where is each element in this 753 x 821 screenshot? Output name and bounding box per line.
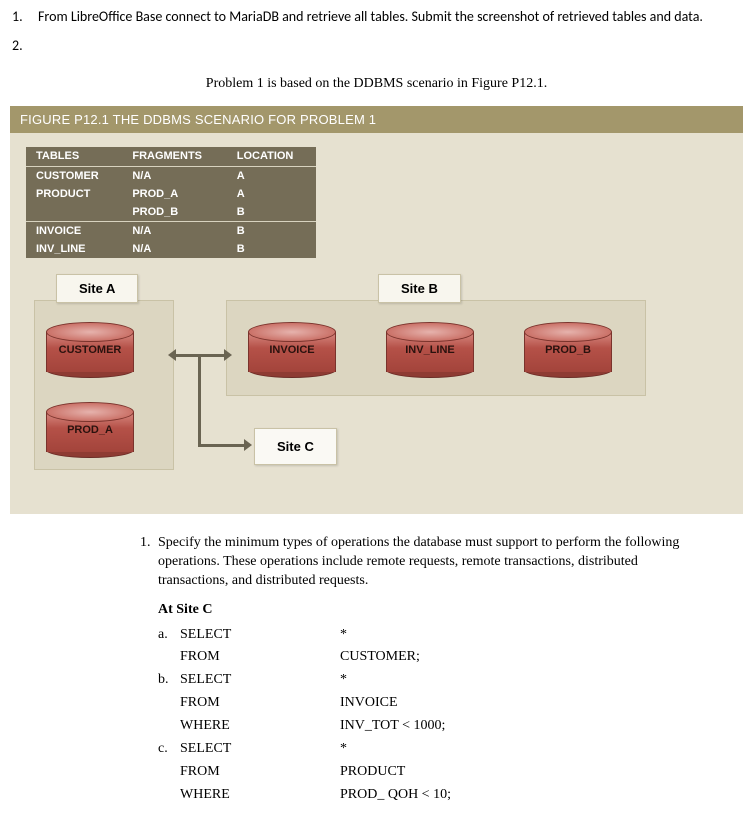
arrow-right-icon (244, 439, 252, 451)
table-row: PRODUCT PROD_A A (26, 185, 316, 203)
list-item: WHERE PROD_ QOH < 10; (158, 782, 693, 805)
prod-b-cylinder-icon: PROD_B (524, 322, 612, 378)
list-item: WHERE INV_TOT < 1000; (158, 713, 693, 736)
site-c-box: Site C (254, 428, 337, 465)
ddbms-diagram: Site A Site B CUSTOMER PROD_A INVOICE IN… (26, 272, 727, 492)
connector-line (198, 444, 246, 447)
list-item: FROM CUSTOMER; (158, 644, 693, 667)
list-item: a. SELECT * (158, 622, 693, 645)
customer-label: CUSTOMER (46, 344, 134, 356)
inv-line-label: INV_LINE (386, 344, 474, 356)
question-1: 1. From LibreOffice Base connect to Mari… (0, 0, 753, 29)
question-2: 2. (0, 29, 753, 58)
table-row: CUSTOMER N/A A (26, 167, 316, 185)
prod-a-label: PROD_A (46, 424, 134, 436)
site-heading: At Site C (158, 601, 693, 620)
prod-b-label: PROD_B (524, 344, 612, 356)
fragment-table: TABLES FRAGMENTS LOCATION CUSTOMER N/A A… (26, 147, 316, 258)
list-item: FROM PRODUCT (158, 759, 693, 782)
list-item: FROM INVOICE (158, 690, 693, 713)
list-item: c. SELECT * (158, 736, 693, 759)
problem-statement: Specify the minimum types of operations … (158, 534, 693, 591)
customer-cylinder-icon: CUSTOMER (46, 322, 134, 378)
site-b-label: Site B (378, 274, 461, 303)
table-row: INVOICE N/A B (26, 222, 316, 240)
question-2-number: 2. (12, 37, 38, 54)
figure-title-bar: FIGURE P12.1 THE DDBMS SCENARIO FOR PROB… (10, 106, 743, 133)
sql-list: a. SELECT * FROM CUSTOMER; b. SELECT * F… (158, 622, 693, 805)
arrow-left-icon (168, 349, 176, 361)
invoice-cylinder-icon: INVOICE (248, 322, 336, 378)
table-row: INV_LINE N/A B (26, 240, 316, 258)
question-1-text: From LibreOffice Base connect to MariaDB… (38, 8, 741, 25)
site-a-label: Site A (56, 274, 138, 303)
col-fragments: FRAGMENTS (122, 147, 226, 167)
problem-intro: Problem 1 is based on the DDBMS scenario… (0, 58, 753, 106)
col-tables: TABLES (26, 147, 122, 167)
list-item: b. SELECT * (158, 667, 693, 690)
arrow-right-icon (224, 349, 232, 361)
prod-a-cylinder-icon: PROD_A (46, 402, 134, 458)
problem-1-block: 1. Specify the minimum types of operatio… (0, 514, 753, 821)
invoice-label: INVOICE (248, 344, 336, 356)
connector-line (198, 354, 201, 446)
problem-number: 1. (140, 534, 158, 591)
scenario-panel: TABLES FRAGMENTS LOCATION CUSTOMER N/A A… (10, 133, 743, 514)
col-location: LOCATION (227, 147, 316, 167)
question-2-text (38, 37, 741, 54)
inv-line-cylinder-icon: INV_LINE (386, 322, 474, 378)
question-1-number: 1. (12, 8, 38, 25)
table-header-row: TABLES FRAGMENTS LOCATION (26, 147, 316, 167)
table-row: PROD_B B (26, 203, 316, 222)
